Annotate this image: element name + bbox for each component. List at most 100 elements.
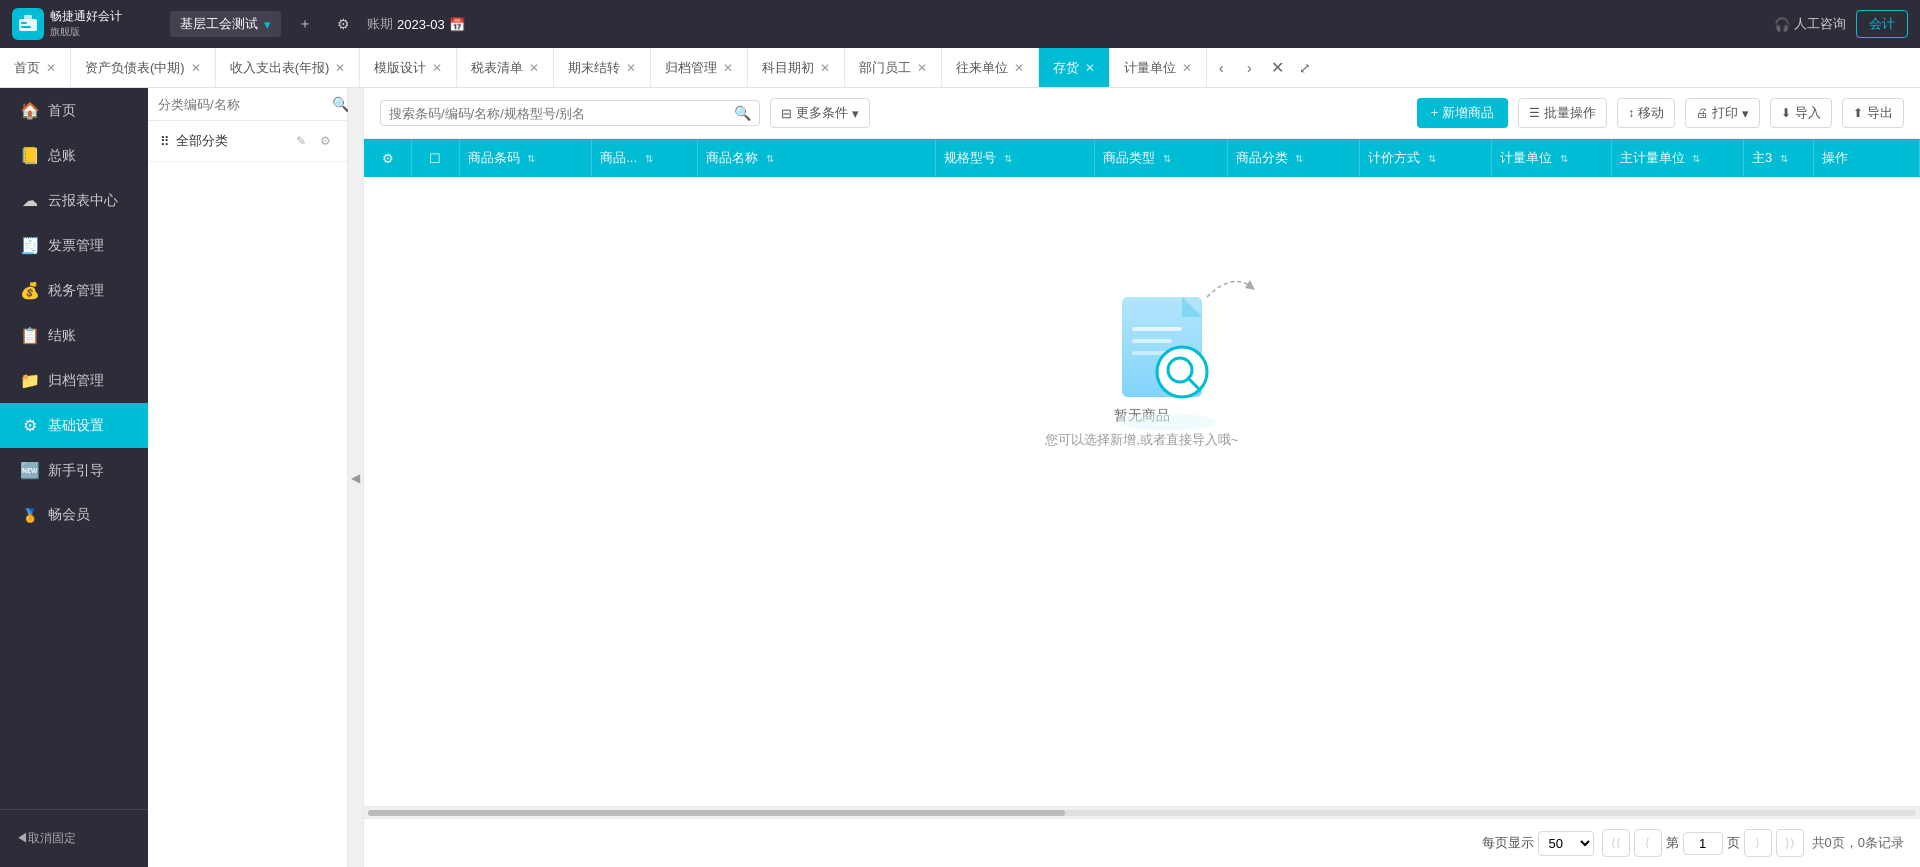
page-last-btn[interactable]: ⟩⟩ (1776, 829, 1804, 857)
tab-income[interactable]: 收入支出表(年报) ✕ (216, 48, 361, 88)
tab-tax[interactable]: 税表清单 ✕ (457, 48, 554, 88)
sort-name-icon: ⇅ (766, 153, 774, 164)
tab-inventory-close[interactable]: ✕ (1085, 61, 1095, 75)
tab-dept-close[interactable]: ✕ (917, 61, 927, 75)
collapse-panel-btn[interactable]: ◀ (348, 88, 364, 867)
sidebar-item-home[interactable]: 🏠 首页 (0, 88, 148, 133)
scrollbar-track[interactable] (368, 810, 1916, 816)
tab-template[interactable]: 模版设计 ✕ (360, 48, 457, 88)
page-next-btn[interactable]: ⟩ (1744, 829, 1772, 857)
sidebar-item-invoice[interactable]: 🧾 发票管理 (0, 223, 148, 268)
add-tab-button[interactable]: ＋ (291, 10, 319, 38)
sidebar-item-tax[interactable]: 💰 税务管理 (0, 268, 148, 313)
tab-income-close[interactable]: ✕ (335, 61, 345, 75)
tab-balance-label: 资产负债表(中期) (85, 59, 185, 77)
tab-template-label: 模版设计 (374, 59, 426, 77)
batch-btn[interactable]: ☰ 批量操作 (1518, 98, 1607, 128)
sidebar-item-member[interactable]: 🏅 畅会员 (0, 493, 148, 537)
settings-icon[interactable]: ⚙ (329, 10, 357, 38)
col-barcode[interactable]: 商品条码 ⇅ (459, 139, 591, 177)
col-num3[interactable]: 主3 ⇅ (1744, 139, 1814, 177)
import-btn[interactable]: ⬇ 导入 (1770, 98, 1832, 128)
tab-archive-close[interactable]: ✕ (723, 61, 733, 75)
tab-prev-button[interactable]: ‹ (1207, 48, 1235, 88)
page-number-input[interactable] (1683, 832, 1723, 855)
col-unit[interactable]: 计量单位 ⇅ (1492, 139, 1611, 177)
add-product-button[interactable]: + 新增商品 (1417, 98, 1508, 128)
app-name: 畅捷通好会计 (50, 9, 122, 25)
col-name[interactable]: 商品名称 ⇅ (698, 139, 936, 177)
print-label: 打印 (1712, 104, 1738, 122)
tab-subject-label: 科目期初 (762, 59, 814, 77)
col-check[interactable]: ☐ (412, 139, 460, 177)
user-role-button[interactable]: 会计 (1856, 10, 1908, 38)
sidebar-item-ledger[interactable]: 📒 总账 (0, 133, 148, 178)
product-search-input[interactable] (389, 106, 728, 121)
tab-next-button[interactable]: › (1235, 48, 1263, 88)
category-settings-btn[interactable]: ⚙ (315, 131, 335, 151)
company-selector[interactable]: 基层工会测试 ▾ (170, 11, 281, 37)
category-actions: ✎ ⚙ (291, 131, 335, 151)
page-size-select-wrap: 每页显示 10 20 50 100 (1482, 831, 1594, 856)
col-spec[interactable]: 规格型号 ⇅ (936, 139, 1095, 177)
all-category-item[interactable]: ⠿ 全部分类 ✎ ⚙ (148, 121, 347, 162)
tab-tax-close[interactable]: ✕ (529, 61, 539, 75)
tab-inventory-label: 存货 (1053, 59, 1079, 77)
col-code2[interactable]: 商品... ⇅ (592, 139, 698, 177)
horizontal-scrollbar[interactable] (364, 806, 1920, 818)
tab-customer-close[interactable]: ✕ (1014, 61, 1024, 75)
col-settings-icon: ⚙ (382, 151, 394, 166)
col-code2-label: 商品... (600, 150, 637, 165)
page-size-select[interactable]: 10 20 50 100 (1538, 831, 1594, 856)
tab-subject[interactable]: 科目期初 ✕ (748, 48, 845, 88)
sidebar-item-reports[interactable]: ☁ 云报表中心 (0, 178, 148, 223)
col-type[interactable]: 商品类型 ⇅ (1095, 139, 1227, 177)
tab-period-end-close[interactable]: ✕ (626, 61, 636, 75)
col-main-unit[interactable]: 主计量单位 ⇅ (1611, 139, 1743, 177)
move-btn[interactable]: ↕ 移动 (1617, 98, 1675, 128)
customer-service-btn[interactable]: 🎧 人工咨询 (1774, 15, 1846, 33)
tab-unit[interactable]: 计量单位 ✕ (1110, 48, 1207, 88)
print-btn[interactable]: 🖨 打印 ▾ (1685, 98, 1760, 128)
tab-inventory[interactable]: 存货 ✕ (1039, 48, 1110, 88)
more-filter-btn[interactable]: ⊟ 更多条件 ▾ (770, 98, 870, 128)
sidebar-item-guide[interactable]: 🆕 新手引导 (0, 448, 148, 493)
scrollbar-thumb[interactable] (368, 810, 1065, 816)
export-btn[interactable]: ⬆ 导出 (1842, 98, 1904, 128)
category-search-icon[interactable]: 🔍 (332, 96, 349, 112)
tab-period-end[interactable]: 期末结转 ✕ (554, 48, 651, 88)
product-search-icon[interactable]: 🔍 (734, 105, 751, 121)
unpin-button[interactable]: ◀︎取消固定 (0, 820, 148, 857)
calendar-icon[interactable]: 📅 (449, 17, 465, 32)
sidebar-item-archive[interactable]: 📁 归档管理 (0, 358, 148, 403)
product-table: ⚙ ☐ 商品条码 ⇅ 商品... (364, 139, 1920, 529)
tab-balance[interactable]: 资产负债表(中期) ✕ (71, 48, 216, 88)
tab-balance-close[interactable]: ✕ (191, 61, 201, 75)
col-settings[interactable]: ⚙ (364, 139, 412, 177)
sidebar-item-settle[interactable]: 📋 结账 (0, 313, 148, 358)
app-sub: 旗舰版 (50, 25, 122, 39)
tab-customer[interactable]: 往来单位 ✕ (942, 48, 1039, 88)
tab-unit-close[interactable]: ✕ (1182, 61, 1192, 75)
category-edit-btn[interactable]: ✎ (291, 131, 311, 151)
pagination-bar: 每页显示 10 20 50 100 ⟨⟨ ⟨ 第 (364, 818, 1920, 867)
tab-close-all-button[interactable]: ✕ (1263, 48, 1291, 88)
tab-dept-label: 部门员工 (859, 59, 911, 77)
cloud-icon: ☁ (20, 191, 40, 210)
tab-income-label: 收入支出表(年报) (230, 59, 330, 77)
sidebar-item-settings[interactable]: ⚙ 基础设置 (0, 403, 148, 448)
tab-subject-close[interactable]: ✕ (820, 61, 830, 75)
page-first-btn[interactable]: ⟨⟨ (1602, 829, 1630, 857)
tab-archive[interactable]: 归档管理 ✕ (651, 48, 748, 88)
tax-icon: 💰 (20, 281, 40, 300)
tab-expand-button[interactable]: ⤢ (1291, 48, 1319, 88)
page-prev-btn[interactable]: ⟨ (1634, 829, 1662, 857)
col-category[interactable]: 商品分类 ⇅ (1227, 139, 1359, 177)
tab-home-close[interactable]: ✕ (46, 61, 56, 75)
tab-dept[interactable]: 部门员工 ✕ (845, 48, 942, 88)
col-price-method[interactable]: 计价方式 ⇅ (1360, 139, 1492, 177)
dropdown-arrow-icon: ▾ (264, 17, 271, 32)
category-search-input[interactable] (158, 97, 326, 112)
tab-home[interactable]: 首页 ✕ (0, 48, 71, 88)
tab-template-close[interactable]: ✕ (432, 61, 442, 75)
